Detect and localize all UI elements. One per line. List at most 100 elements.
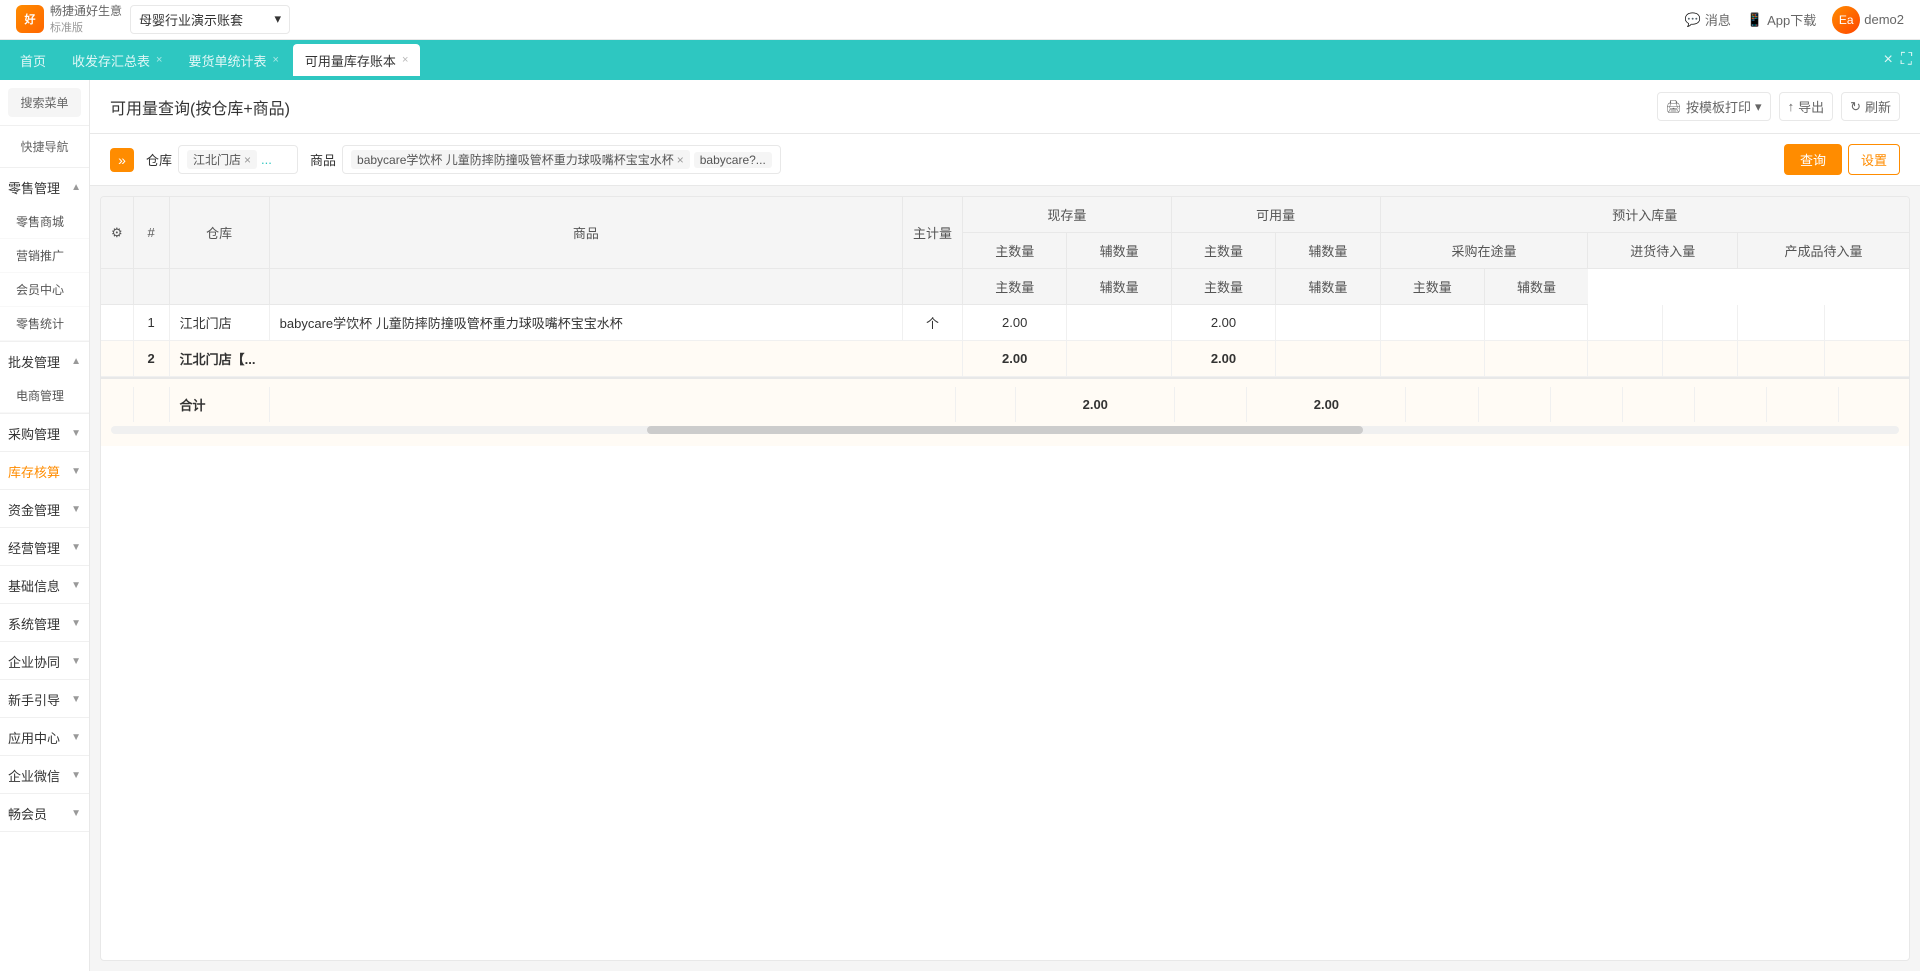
sidebar-section-member: 畅会员 ▼ (0, 794, 89, 832)
sidebar-item-retail-stats[interactable]: 零售统计 (0, 307, 89, 341)
subtotal-incoming-main (1588, 341, 1663, 377)
warehouse-input[interactable]: 江北门店 × ... (178, 145, 298, 174)
chevron-icon-corp: ▼ (71, 656, 81, 667)
sidebar-section-corp-wechat-header[interactable]: 企业微信 ▼ (0, 756, 89, 793)
warehouse-more-dots[interactable]: ... (261, 152, 272, 167)
row-seq: 1 (133, 305, 169, 341)
filter-expand-btn[interactable]: » (110, 148, 134, 172)
product-input[interactable]: babycare学饮杯 儿童防摔防撞吸管杯重力球吸嘴杯宝宝水杯 × babyca… (342, 145, 781, 174)
top-bar-left: 好 畅捷通好生意 标准版 母婴行业演示账套 ▾ (16, 4, 290, 34)
th-warehouse: 仓库 (169, 197, 269, 269)
sidebar-section-newbie-title: 新手引导 (8, 690, 60, 709)
subtotal-purchase-aux (1484, 341, 1588, 377)
tab-close-all-btn[interactable]: × (1883, 51, 1892, 69)
th-seq: # (133, 197, 169, 269)
sidebar-section-purchase-header[interactable]: 采购管理 ▼ (0, 414, 89, 451)
sidebar-section-newbie-header[interactable]: 新手引导 ▼ (0, 680, 89, 717)
chevron-icon-newbie: ▼ (71, 694, 81, 705)
print-btn[interactable]: 🖨 按模板打印 ▾ (1657, 92, 1771, 121)
th-product: 商品 (269, 197, 902, 269)
top-bar: 好 畅捷通好生意 标准版 母婴行业演示账套 ▾ 💬 消息 📱 App下载 Ea … (0, 0, 1920, 40)
warehouse-tag-value: 江北门店 (193, 151, 241, 168)
export-icon: ↑ (1788, 99, 1795, 114)
data-table: ⚙ # 仓库 商品 主计量 现存量 可用量 预计入库量 主数量 辅数量 主数量 … (101, 197, 1909, 377)
sidebar-section-corp-header[interactable]: 企业协同 ▼ (0, 642, 89, 679)
user-btn[interactable]: Ea demo2 (1832, 6, 1904, 34)
sidebar-section-system-title: 系统管理 (8, 614, 60, 633)
th-purchase-aux: 辅数量 (1067, 269, 1171, 305)
total-empty-2 (133, 387, 169, 422)
sidebar-section-inventory-header[interactable]: 库存核算 ▼ (0, 452, 89, 489)
sidebar-section-wholesale-header[interactable]: 批发管理 ▲ (0, 342, 89, 379)
settings-btn[interactable]: 设置 (1848, 144, 1900, 175)
subtotal-incoming-aux (1663, 341, 1738, 377)
sidebar-section-operation: 经营管理 ▼ (0, 528, 89, 566)
tab-receive-pay[interactable]: 收发存汇总表 × (60, 44, 174, 76)
total-stock-main: 2.00 (1016, 387, 1175, 422)
logo-text: 畅捷通好生意 (50, 4, 122, 18)
app-label: App下载 (1767, 10, 1816, 29)
sidebar-section-corp: 企业协同 ▼ (0, 642, 89, 680)
product-tag-1: babycare学饮杯 儿童防摔防撞吸管杯重力球吸嘴杯宝宝水杯 × (351, 150, 690, 169)
sidebar-section-retail-header[interactable]: 零售管理 ▲ (0, 168, 89, 205)
scroll-thumb[interactable] (647, 426, 1362, 434)
sidebar-item-member-center[interactable]: 会员中心 (0, 273, 89, 307)
warehouse-label: 仓库 (146, 150, 172, 169)
row-settings (101, 305, 133, 341)
product-tag-1-remove[interactable]: × (677, 153, 684, 167)
warehouse-tag-remove[interactable]: × (244, 153, 251, 167)
sidebar-section-finance-header[interactable]: 资金管理 ▼ (0, 490, 89, 527)
chevron-icon-system: ▼ (71, 618, 81, 629)
filter-product-group: 商品 babycare学饮杯 儿童防摔防撞吸管杯重力球吸嘴杯宝宝水杯 × bab… (310, 145, 781, 174)
product-tag-1-value: babycare学饮杯 儿童防摔防撞吸管杯重力球吸嘴杯宝宝水杯 (357, 151, 674, 168)
quick-nav-link[interactable]: 快捷导航 (8, 134, 81, 159)
print-label: 按模板打印 (1686, 97, 1751, 116)
logo-subtext: 标准版 (50, 19, 122, 35)
sidebar-section-app-center-header[interactable]: 应用中心 ▼ (0, 718, 89, 755)
avatar: Ea (1832, 6, 1860, 34)
sidebar-search-btn[interactable]: 搜索菜单 (8, 88, 81, 117)
subtotal-product-main (1738, 341, 1825, 377)
sidebar-section-system: 系统管理 ▼ (0, 604, 89, 642)
message-btn[interactable]: 💬 消息 (1685, 10, 1731, 29)
total-avail-aux (1406, 387, 1478, 422)
page-actions: 🖨 按模板打印 ▾ ↑ 导出 ↻ 刷新 (1657, 92, 1901, 121)
sidebar-item-ecommerce[interactable]: 电商管理 (0, 379, 89, 413)
total-row: 合计 2.00 2.00 (101, 387, 1909, 422)
sidebar-section-operation-header[interactable]: 经营管理 ▼ (0, 528, 89, 565)
export-btn[interactable]: ↑ 导出 (1779, 92, 1834, 121)
row-product-aux (1824, 305, 1909, 341)
th-product-label: 产成品待入量 (1738, 233, 1909, 269)
tab-available-stock[interactable]: 可用量库存账本 × (293, 44, 420, 76)
th-avail-aux: 辅数量 (1276, 233, 1380, 269)
chevron-icon-wholesale: ▲ (71, 356, 81, 367)
sidebar-section-system-header[interactable]: 系统管理 ▼ (0, 604, 89, 641)
chevron-icon-member: ▼ (71, 808, 81, 819)
org-selector[interactable]: 母婴行业演示账套 ▾ (130, 5, 290, 34)
query-btn[interactable]: 查询 (1784, 144, 1842, 175)
tab-available-stock-close[interactable]: × (402, 54, 408, 66)
th-stock-main: 主数量 (963, 233, 1067, 269)
sidebar-section-basic-header[interactable]: 基础信息 ▼ (0, 566, 89, 603)
chevron-icon-corp-wechat: ▼ (71, 770, 81, 781)
tab-home[interactable]: 首页 (8, 44, 58, 76)
sidebar-item-retail-mall[interactable]: 零售商城 (0, 205, 89, 239)
product-label: 商品 (310, 150, 336, 169)
sidebar-section-inventory: 库存核算 ▼ (0, 452, 89, 490)
refresh-btn[interactable]: ↻ 刷新 (1841, 92, 1900, 121)
tab-order-stats[interactable]: 要货单统计表 × (176, 44, 290, 76)
sidebar-section-corp-wechat: 企业微信 ▼ (0, 756, 89, 794)
page-title: 可用量查询(按仓库+商品) (110, 95, 290, 119)
filter-actions: 查询 设置 (1784, 144, 1900, 175)
th-settings[interactable]: ⚙ (101, 197, 133, 269)
sidebar-section-member-header[interactable]: 畅会员 ▼ (0, 794, 89, 831)
tab-order-stats-close[interactable]: × (272, 54, 278, 66)
tab-receive-pay-close[interactable]: × (156, 54, 162, 66)
table-footer: 合计 2.00 2.00 (101, 377, 1909, 446)
tab-fullscreen-btn[interactable]: ⛶ (1901, 51, 1912, 69)
tab-home-label: 首页 (20, 51, 46, 70)
sidebar-section-member-title: 畅会员 (8, 804, 47, 823)
sidebar-item-marketing[interactable]: 营销推广 (0, 239, 89, 273)
app-download-btn[interactable]: 📱 App下载 (1747, 10, 1816, 29)
row-avail-aux (1276, 305, 1380, 341)
